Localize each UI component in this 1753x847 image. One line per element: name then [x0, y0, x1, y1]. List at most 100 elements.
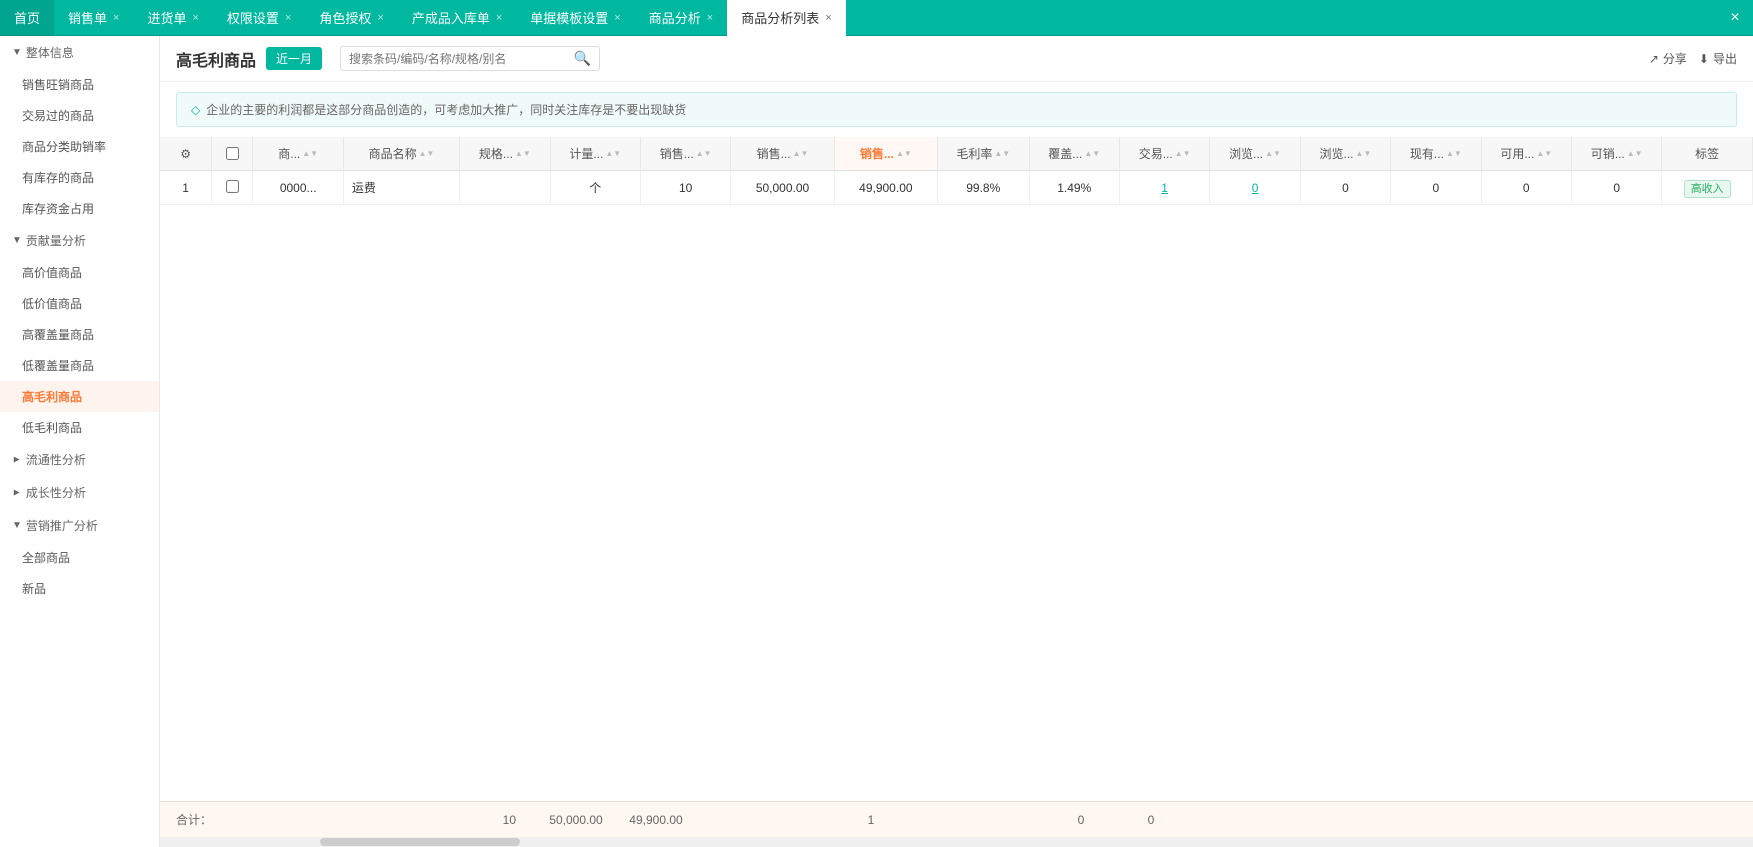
cell-coverage: 1.49%: [1029, 171, 1119, 205]
nav-template[interactable]: 单据模板设置 ×: [516, 0, 634, 36]
page-title: 高毛利商品: [176, 47, 256, 71]
close-product-instock-tab[interactable]: ×: [496, 12, 502, 24]
col-spec-header[interactable]: 规格... ▲▼: [460, 137, 550, 171]
close-role-tab[interactable]: ×: [377, 12, 383, 24]
tag-high-income: 高收入: [1684, 180, 1731, 198]
export-btn[interactable]: ⬇ 导出: [1699, 50, 1737, 67]
col-sales-qty-header[interactable]: 销售... ▲▼: [640, 137, 730, 171]
col-sales-profit-header[interactable]: 销售... ▲▼: [834, 137, 937, 171]
sort-code: ▲▼: [302, 150, 318, 158]
scrollbar-thumb[interactable]: [320, 838, 520, 846]
nav-home[interactable]: 首页: [0, 0, 54, 36]
sort-sales-amt: ▲▼: [793, 150, 809, 158]
close-product-analysis-tab[interactable]: ×: [707, 12, 713, 24]
filter-recent-month-btn[interactable]: 近一月: [266, 47, 322, 70]
close-purchase-tab[interactable]: ×: [192, 12, 198, 24]
share-btn[interactable]: ↗ 分享: [1649, 50, 1687, 67]
col-trade-count-header[interactable]: 交易... ▲▼: [1119, 137, 1209, 171]
cell-tag: 高收入: [1662, 171, 1753, 205]
col-unit-header[interactable]: 计量... ▲▼: [550, 137, 640, 171]
nav-product-instock[interactable]: 产成品入库单 ×: [398, 0, 516, 36]
sidebar-group-liquidity[interactable]: ▼ 流通性分析: [0, 443, 159, 476]
cell-code: 0000...: [253, 171, 343, 205]
sidebar-group-growth[interactable]: ▼ 成长性分析: [0, 476, 159, 509]
col-coverage-header[interactable]: 覆盖... ▲▼: [1029, 137, 1119, 171]
nav-product-analysis-list[interactable]: 商品分析列表 ×: [727, 0, 845, 36]
sidebar-group-contribution[interactable]: ▼ 贡献量分析: [0, 224, 159, 257]
col-available-stock-header[interactable]: 可用... ▲▼: [1481, 137, 1571, 171]
footer-empty1: [696, 813, 836, 827]
sidebar-item-high-coverage[interactable]: 高覆盖量商品: [0, 319, 159, 350]
cell-unit: 个: [550, 171, 640, 205]
nav-role[interactable]: 角色授权 ×: [305, 0, 397, 36]
nav-purchase[interactable]: 进货单 ×: [133, 0, 212, 36]
col-name-header[interactable]: 商品名称 ▲▼: [343, 137, 459, 171]
sidebar-item-category-rate[interactable]: 商品分类助销率: [0, 131, 159, 162]
sort-browse2: ▲▼: [1356, 150, 1372, 158]
col-sellable-header[interactable]: 可销... ▲▼: [1571, 137, 1661, 171]
cell-spec: [460, 171, 550, 205]
close-permission-tab[interactable]: ×: [285, 12, 291, 24]
row-checkbox[interactable]: [226, 180, 239, 193]
footer-label: 合计：: [176, 811, 256, 828]
col-browse2-header[interactable]: 浏览... ▲▼: [1300, 137, 1390, 171]
footer-values: 10 50,000.00 49,900.00 1 0 0: [256, 813, 1737, 827]
sidebar-group-overall-items: 销售旺销商品 交易过的商品 商品分类助销率 有库存的商品 库存资金占用: [0, 69, 159, 224]
main-layout: ▼ 整体信息 销售旺销商品 交易过的商品 商品分类助销率 有库存的商品 库存资金…: [0, 36, 1753, 847]
select-all-checkbox[interactable]: [226, 147, 239, 160]
arrow-contribution: ▼: [12, 235, 22, 246]
sidebar-item-high-margin[interactable]: 高毛利商品: [0, 381, 159, 412]
col-current-stock-header[interactable]: 现有... ▲▼: [1391, 137, 1481, 171]
sidebar-item-traded[interactable]: 交易过的商品: [0, 100, 159, 131]
col-gross-margin-header[interactable]: 毛利率 ▲▼: [938, 137, 1030, 171]
close-template-tab[interactable]: ×: [614, 12, 620, 24]
cell-sales-amt: 50,000.00: [731, 171, 834, 205]
sidebar-item-low-coverage[interactable]: 低覆盖量商品: [0, 350, 159, 381]
trade-count-link[interactable]: 1: [1161, 181, 1168, 195]
sidebar-item-capital-usage[interactable]: 库存资金占用: [0, 193, 159, 224]
header-actions: ↗ 分享 ⬇ 导出: [1649, 50, 1737, 67]
cell-current-stock: 0: [1391, 171, 1481, 205]
cell-name: 运费: [343, 171, 459, 205]
horizontal-scrollbar[interactable]: [160, 837, 1753, 847]
browse1-link[interactable]: 0: [1252, 181, 1259, 195]
search-input[interactable]: [349, 52, 574, 66]
footer-sales-profit: 49,900.00: [616, 813, 696, 827]
sort-spec: ▲▼: [515, 150, 531, 158]
footer-bar: 合计： 10 50,000.00 49,900.00 1 0 0: [160, 801, 1753, 837]
close-all-tabs[interactable]: ×: [1717, 0, 1753, 36]
cell-sales-qty: 10: [640, 171, 730, 205]
sidebar-item-new-products[interactable]: 新品: [0, 573, 159, 604]
col-index: ⚙: [160, 137, 212, 171]
arrow-liquidity: ▼: [11, 455, 22, 465]
sidebar-item-low-value[interactable]: 低价值商品: [0, 288, 159, 319]
sort-current-stock: ▲▼: [1446, 150, 1462, 158]
nav-product-analysis[interactable]: 商品分析 ×: [635, 0, 727, 36]
sidebar-item-all-products[interactable]: 全部商品: [0, 542, 159, 573]
content-header: 高毛利商品 近一月 🔍 ↗ 分享 ⬇ 导出: [160, 36, 1753, 82]
cell-sales-profit: 49,900.00: [834, 171, 937, 205]
cell-browse2: 0: [1300, 171, 1390, 205]
sidebar-item-in-stock[interactable]: 有库存的商品: [0, 162, 159, 193]
col-code-header[interactable]: 商... ▲▼: [253, 137, 343, 171]
cell-check: [212, 171, 253, 205]
footer-trade-count: 1: [836, 813, 906, 827]
search-icon[interactable]: 🔍: [574, 50, 591, 67]
content-area: 高毛利商品 近一月 🔍 ↗ 分享 ⬇ 导出 ◇ 企业的主要的利润都是这部分商品创…: [160, 36, 1753, 847]
sidebar: ▼ 整体信息 销售旺销商品 交易过的商品 商品分类助销率 有库存的商品 库存资金…: [0, 36, 160, 847]
footer-sales-amt: 50,000.00: [536, 813, 616, 827]
sidebar-item-high-value[interactable]: 高价值商品: [0, 257, 159, 288]
nav-permission[interactable]: 权限设置 ×: [213, 0, 305, 36]
sidebar-group-overall[interactable]: ▼ 整体信息: [0, 36, 159, 69]
sort-browse1: ▲▼: [1265, 150, 1281, 158]
sidebar-item-low-margin[interactable]: 低毛利商品: [0, 412, 159, 443]
sidebar-item-sales-hot[interactable]: 销售旺销商品: [0, 69, 159, 100]
settings-icon[interactable]: ⚙: [180, 147, 191, 161]
close-product-analysis-list-tab[interactable]: ×: [825, 12, 831, 24]
sidebar-group-marketing[interactable]: ▼ 营销推广分析: [0, 509, 159, 542]
nav-sales[interactable]: 销售单 ×: [54, 0, 133, 36]
close-sales-tab[interactable]: ×: [113, 12, 119, 24]
col-sales-amt-header[interactable]: 销售... ▲▼: [731, 137, 834, 171]
col-browse1-header[interactable]: 浏览... ▲▼: [1210, 137, 1300, 171]
tip-icon: ◇: [191, 103, 200, 117]
